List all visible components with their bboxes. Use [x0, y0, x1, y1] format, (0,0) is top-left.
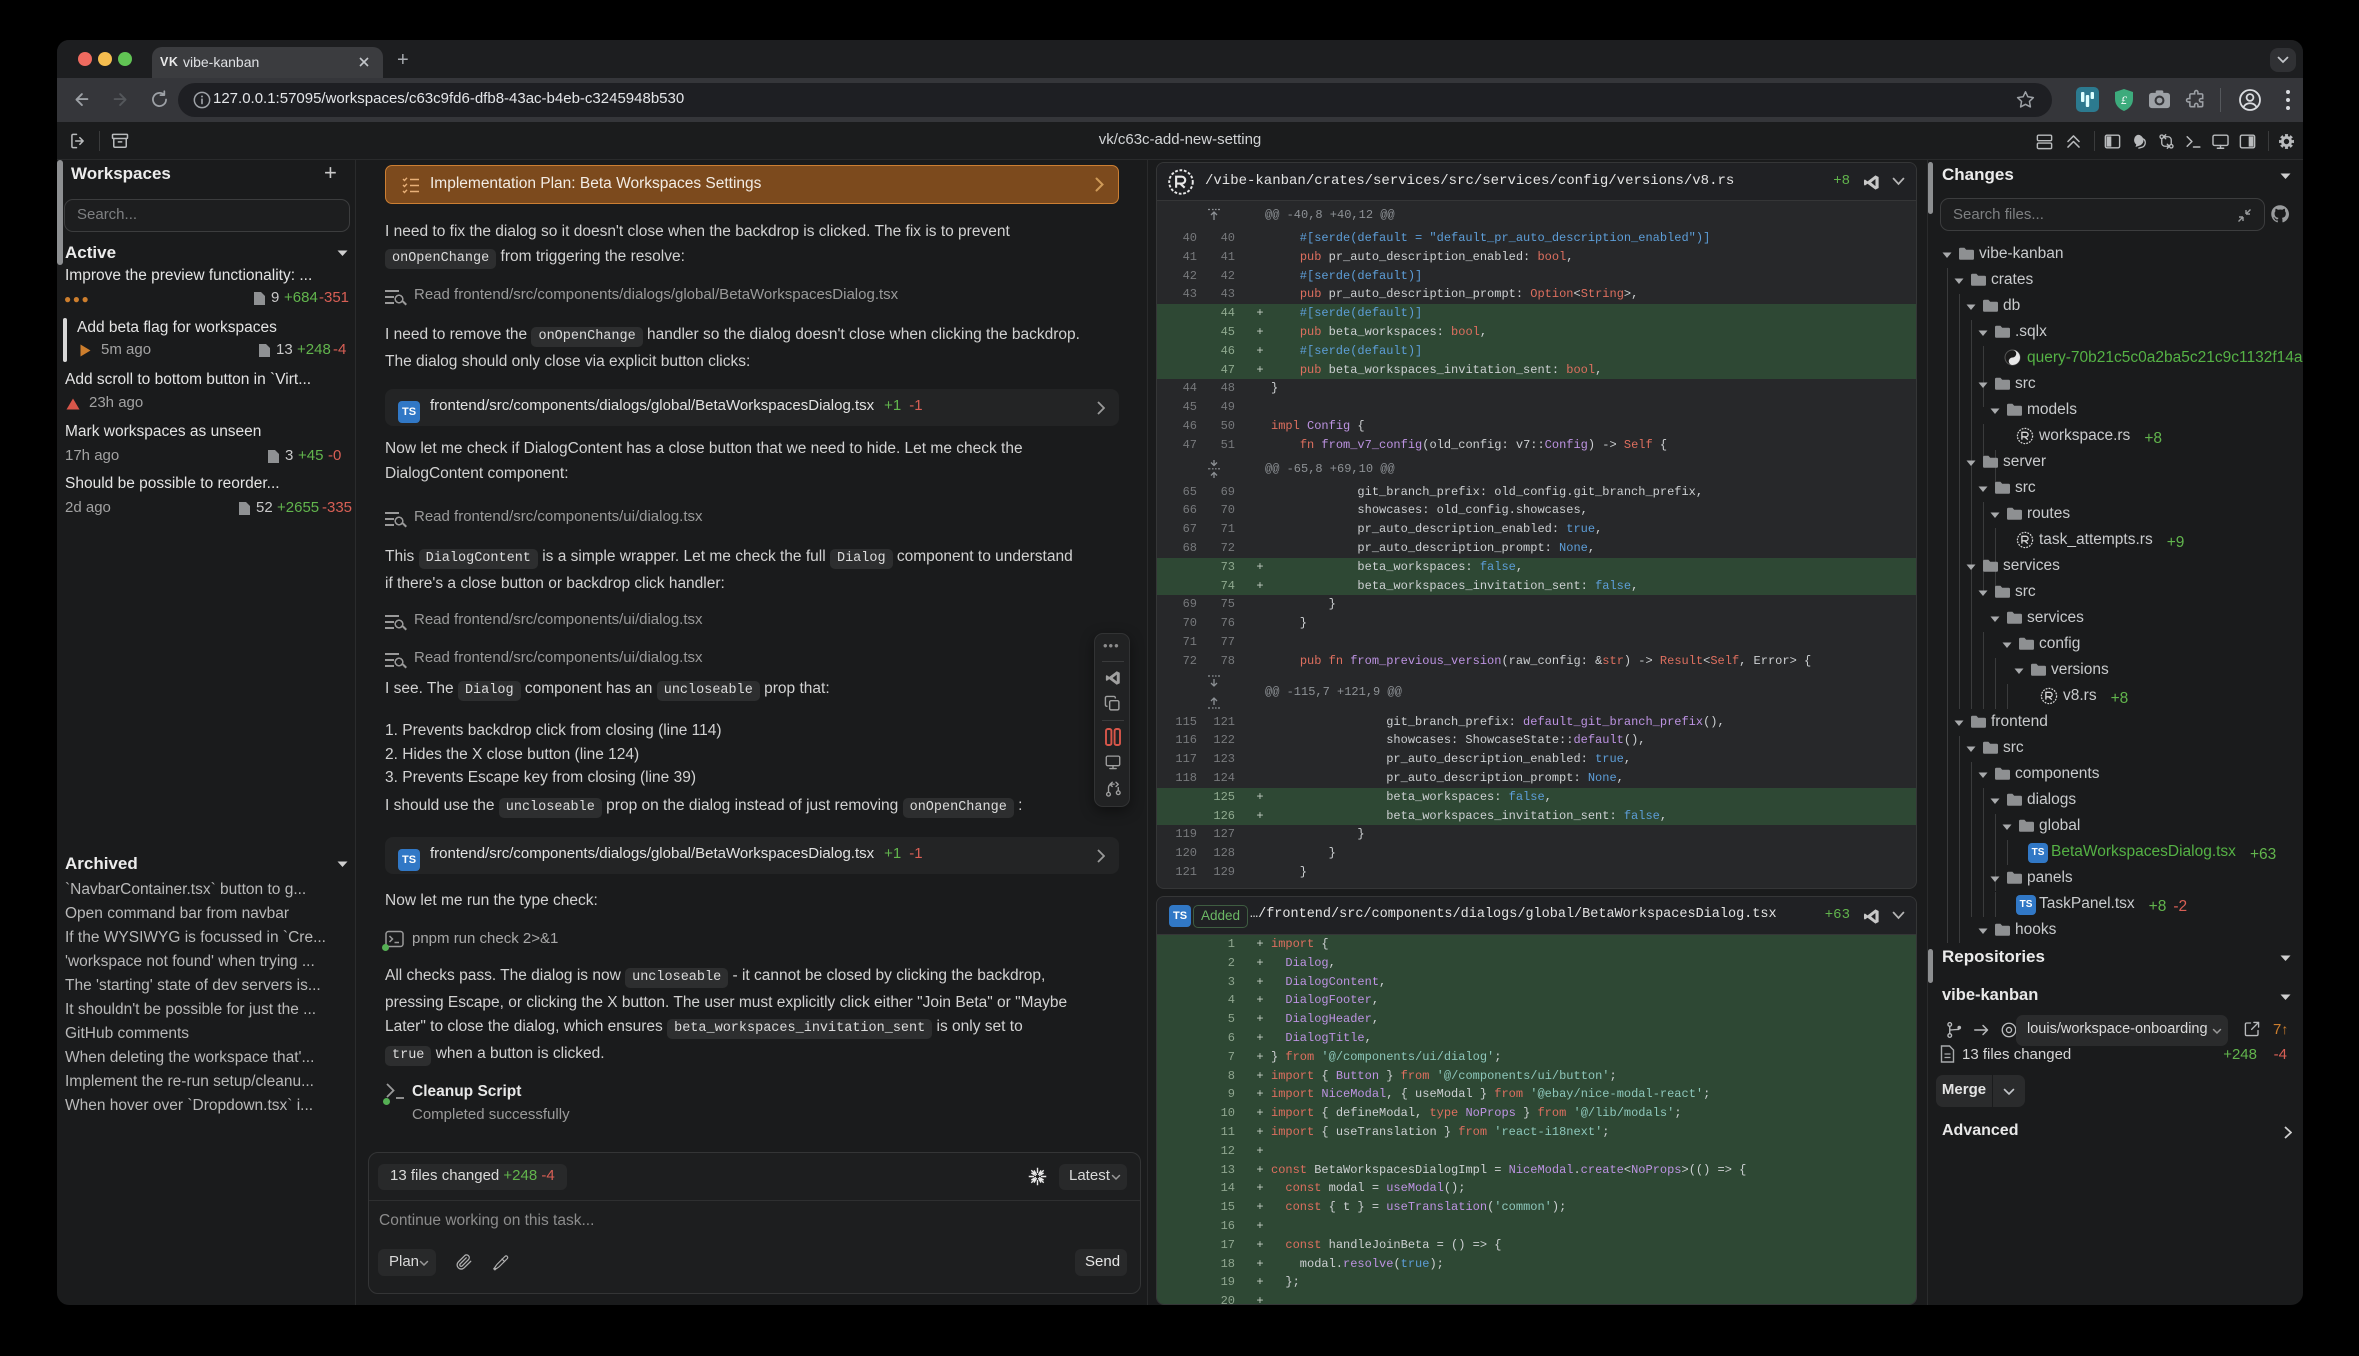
svg-text:£: £ [2121, 93, 2127, 107]
